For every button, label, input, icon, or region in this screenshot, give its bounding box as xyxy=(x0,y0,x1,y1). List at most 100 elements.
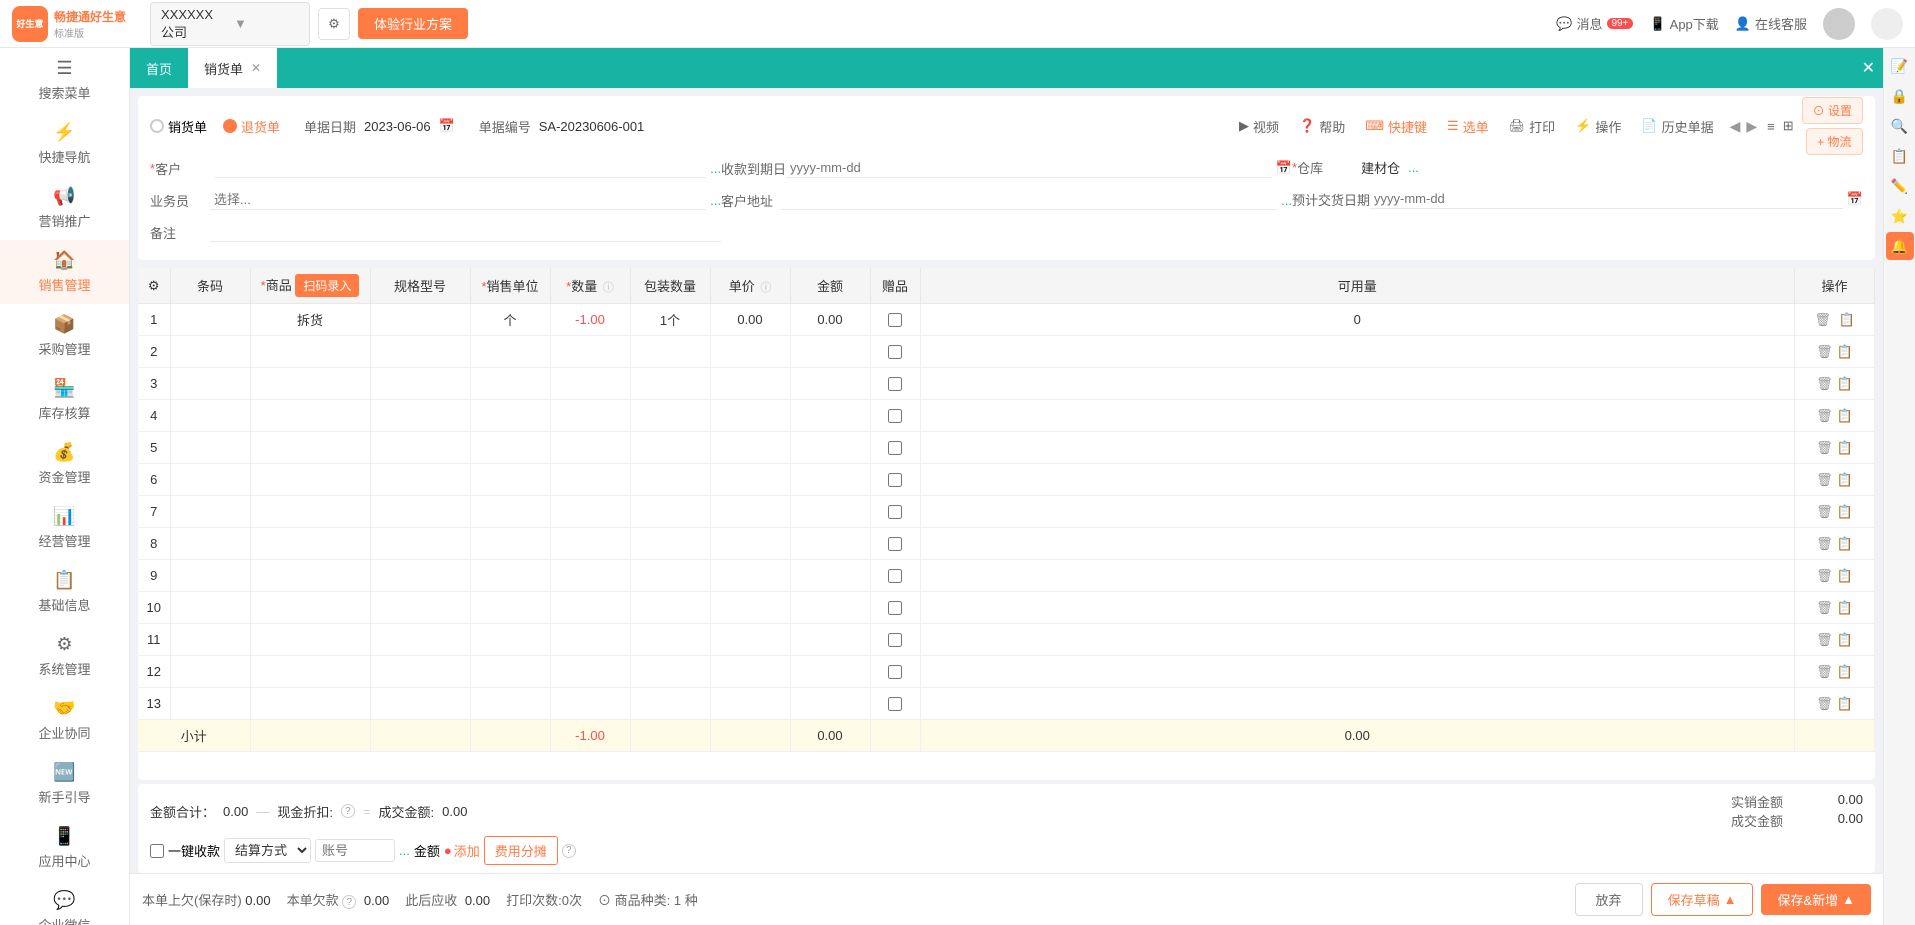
row13-delete-icon[interactable]: 🗑 xyxy=(1816,696,1833,711)
radio-return-order[interactable]: 退货单 xyxy=(223,117,280,136)
table-scroll-container[interactable]: ⚙ 条码 *商品 扫码录入 规格型号 *销售单位 *数量 ⓘ 包装数量 单价 ⓘ… xyxy=(138,268,1875,780)
user-avatar[interactable] xyxy=(1823,8,1855,40)
sidebar-item-marketing[interactable]: 📢 营销推广 xyxy=(0,176,129,240)
customer-dots-button[interactable]: ... xyxy=(710,161,721,176)
row9-delete-icon[interactable]: 🗑 xyxy=(1816,568,1833,583)
user-avatar2[interactable] xyxy=(1871,8,1903,40)
row2-gift-checkbox[interactable] xyxy=(888,345,902,359)
sidebar-item-wechat[interactable]: 💬 企业微信 xyxy=(0,880,129,925)
form-settings-button[interactable]: ⊙ 设置 xyxy=(1802,97,1863,124)
row8-gift-checkbox[interactable] xyxy=(888,537,902,551)
row12-gift-checkbox[interactable] xyxy=(888,665,902,679)
row4-copy-icon[interactable]: 📋 xyxy=(1837,408,1853,423)
sidebar-item-finance[interactable]: 💰 资金管理 xyxy=(0,432,129,496)
settings-gear-button[interactable]: ⚙ xyxy=(318,8,350,40)
trial-button[interactable]: 体验行业方案 xyxy=(358,8,468,39)
row12-delete-icon[interactable]: 🗑 xyxy=(1816,664,1833,679)
next-record-button[interactable]: ▶ xyxy=(1744,116,1759,137)
fee-split-help-icon[interactable]: ? xyxy=(562,844,576,858)
toolbar-print-button[interactable]: 🖨 打印 xyxy=(1503,113,1562,140)
tab-active-sales-order[interactable]: 销货单 ✕ xyxy=(188,48,277,88)
due-date-input[interactable] xyxy=(786,158,1272,178)
close-all-tabs-button[interactable]: ✕ xyxy=(1862,60,1875,77)
row9-copy-icon[interactable]: 📋 xyxy=(1837,568,1853,583)
sidebar-item-apps[interactable]: 📱 应用中心 xyxy=(0,816,129,880)
sidebar-item-purchase[interactable]: 📦 采购管理 xyxy=(0,304,129,368)
toolbar-help-button[interactable]: ❓ 帮助 xyxy=(1293,113,1351,140)
row13-gift-checkbox[interactable] xyxy=(888,697,902,711)
grid-view-icon[interactable]: ⊞ xyxy=(1783,118,1794,134)
row4-delete-icon[interactable]: 🗑 xyxy=(1816,408,1833,423)
row11-gift-checkbox[interactable] xyxy=(888,633,902,647)
customer-input[interactable] xyxy=(215,158,706,178)
bank-dots-button[interactable]: ... xyxy=(399,843,410,858)
right-panel-star-icon[interactable]: ⭐ xyxy=(1886,202,1914,230)
sidebar-item-enterprise[interactable]: 🤝 企业协同 xyxy=(0,688,129,752)
toolbar-shortcut-button[interactable]: ⌨ 快捷键 xyxy=(1359,113,1433,140)
row5-gift-checkbox[interactable] xyxy=(888,441,902,455)
row4-gift-checkbox[interactable] xyxy=(888,409,902,423)
row5-copy-icon[interactable]: 📋 xyxy=(1837,440,1853,455)
row8-delete-icon[interactable]: 🗑 xyxy=(1816,536,1833,551)
company-selector[interactable]: XXXXXX公司 ▼ xyxy=(150,2,310,46)
row6-gift-checkbox[interactable] xyxy=(888,473,902,487)
prev-record-button[interactable]: ◀ xyxy=(1728,116,1743,137)
row6-copy-icon[interactable]: 📋 xyxy=(1837,472,1853,487)
expected-date-input[interactable] xyxy=(1370,189,1843,209)
row1-copy-icon[interactable]: 📋 xyxy=(1838,312,1854,327)
tab-home[interactable]: 首页 xyxy=(130,48,188,88)
salesperson-input[interactable] xyxy=(210,190,706,210)
expected-date-calendar-icon[interactable]: 📅 xyxy=(1847,191,1863,207)
row3-delete-icon[interactable]: 🗑 xyxy=(1816,376,1833,391)
bank-account-input[interactable] xyxy=(315,839,395,862)
right-panel-lock-icon[interactable]: 🔒 xyxy=(1886,82,1914,110)
toolbar-history-button[interactable]: 📄 历史单据 xyxy=(1635,113,1719,140)
sidebar-item-sales[interactable]: 🏠 销售管理 xyxy=(0,240,129,304)
radio-sale-order[interactable]: 销货单 xyxy=(150,117,207,136)
customer-addr-input[interactable] xyxy=(781,190,1277,210)
add-payment-button[interactable]: ● 添加 xyxy=(444,841,480,860)
scan-barcode-button[interactable]: 扫码录入 xyxy=(295,274,359,297)
right-panel-clipboard-icon[interactable]: 📋 xyxy=(1886,142,1914,170)
app-download-button[interactable]: 📱 App下载 xyxy=(1649,14,1718,33)
right-panel-search-icon[interactable]: 🔍 xyxy=(1886,112,1914,140)
sidebar-item-system[interactable]: ⚙ 系统管理 xyxy=(0,624,129,688)
sidebar-item-operations[interactable]: 📊 经营管理 xyxy=(0,496,129,560)
row13-copy-icon[interactable]: 📋 xyxy=(1837,696,1853,711)
row6-delete-icon[interactable]: 🗑 xyxy=(1816,472,1833,487)
row5-delete-icon[interactable]: 🗑 xyxy=(1816,440,1833,455)
row8-copy-icon[interactable]: 📋 xyxy=(1837,536,1853,551)
discount-help-icon[interactable]: ? xyxy=(341,804,355,818)
payment-method-select[interactable]: 结算方式 xyxy=(224,838,311,863)
one-click-pay-checkbox[interactable] xyxy=(150,844,164,858)
row1-unit-price[interactable]: 0.00 xyxy=(710,304,790,336)
toolbar-filter-button[interactable]: ☰ 选单 xyxy=(1441,113,1495,140)
toolbar-operation-button[interactable]: ⚡ 操作 xyxy=(1569,113,1627,140)
save-draft-button[interactable]: 保存草稿 ▲ xyxy=(1651,883,1754,916)
row10-gift-checkbox[interactable] xyxy=(888,601,902,615)
list-view-icon[interactable]: ≡ xyxy=(1767,119,1775,134)
abandon-button[interactable]: 放弃 xyxy=(1575,883,1643,916)
warehouse-dots-button[interactable]: ... xyxy=(1408,160,1419,175)
row1-qty[interactable]: -1.00 xyxy=(550,304,630,336)
remark-input[interactable] xyxy=(210,222,721,242)
tab-close-button[interactable]: ✕ xyxy=(251,61,261,75)
online-service-button[interactable]: 👤 在线客服 xyxy=(1735,14,1807,33)
salesperson-dots-button[interactable]: ... xyxy=(710,193,721,208)
right-panel-note-icon[interactable]: 📝 xyxy=(1886,52,1914,80)
sidebar-item-quicknav[interactable]: ⚡ 快捷导航 xyxy=(0,112,129,176)
row3-gift-checkbox[interactable] xyxy=(888,377,902,391)
row12-copy-icon[interactable]: 📋 xyxy=(1837,664,1853,679)
right-panel-edit-icon[interactable]: ✏️ xyxy=(1886,172,1914,200)
sidebar-item-basic[interactable]: 📋 基础信息 xyxy=(0,560,129,624)
total-owed-help-icon[interactable]: ? xyxy=(342,895,356,909)
fee-split-button[interactable]: 费用分摊 xyxy=(484,836,558,865)
row1-gift-checkbox[interactable] xyxy=(888,313,902,327)
logistics-button[interactable]: + 物流 xyxy=(1806,128,1863,155)
message-button[interactable]: 💬 消息 99+ xyxy=(1556,14,1633,33)
row1-barcode[interactable] xyxy=(170,304,250,336)
row7-delete-icon[interactable]: 🗑 xyxy=(1816,504,1833,519)
row1-spec[interactable] xyxy=(370,304,470,336)
right-panel-alert-icon[interactable]: 🔔 xyxy=(1886,232,1914,260)
customer-addr-dots-button[interactable]: ... xyxy=(1281,193,1292,208)
